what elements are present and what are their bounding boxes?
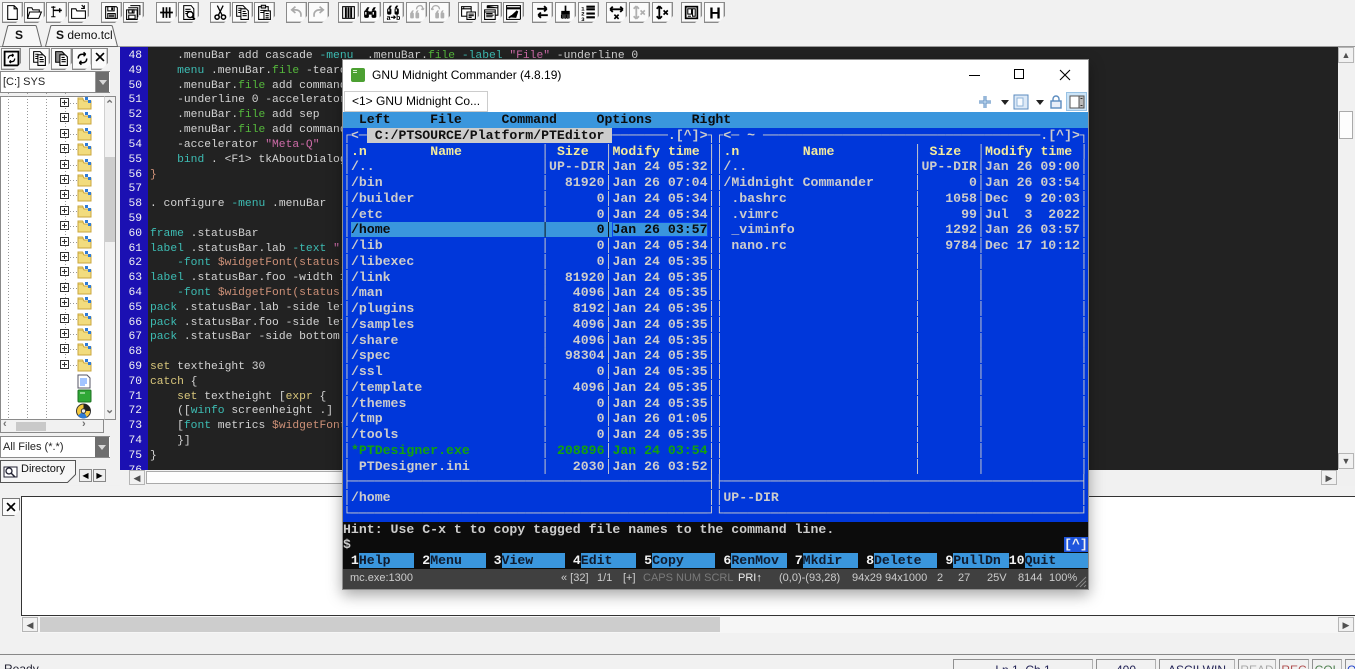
svg-text:H: H xyxy=(709,5,721,21)
svg-text:3: 3 xyxy=(581,16,585,21)
svg-text:b: b xyxy=(396,15,400,21)
svg-text:a: a xyxy=(387,15,391,21)
